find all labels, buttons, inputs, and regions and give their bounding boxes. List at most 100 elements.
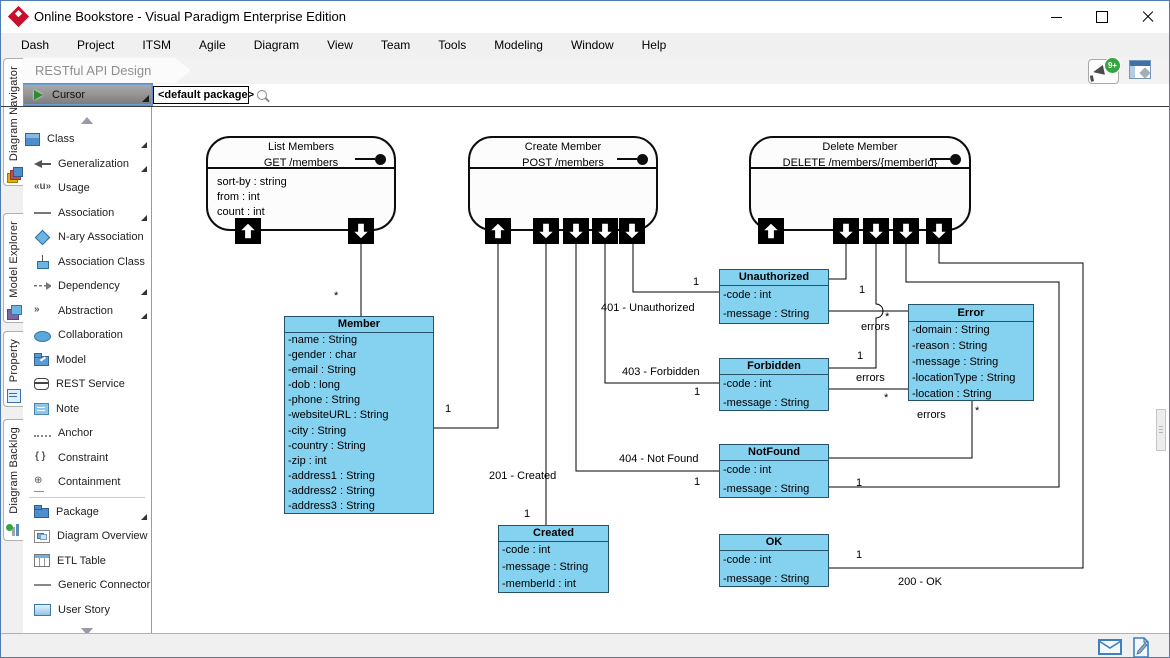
- menu-diagram[interactable]: Diagram: [240, 33, 313, 57]
- port-output-icon[interactable]: [863, 218, 889, 244]
- port-input-icon[interactable]: [758, 218, 784, 244]
- port-output-icon[interactable]: [563, 218, 589, 244]
- palette-class[interactable]: Class: [23, 127, 151, 152]
- user-story-icon: [34, 604, 51, 616]
- palette-model[interactable]: Model: [23, 348, 151, 373]
- menu-agile[interactable]: Agile: [185, 33, 240, 57]
- connector-deletemember-unauthorized[interactable]: [829, 244, 846, 279]
- class-error[interactable]: Error -domain : String-reason : String-m…: [908, 304, 1034, 401]
- palette-rest-service[interactable]: REST Service: [23, 372, 151, 397]
- tab-property[interactable]: Property: [3, 331, 23, 407]
- vertical-scrollbar-thumb[interactable]: [1156, 409, 1166, 451]
- port-output-icon[interactable]: [833, 218, 859, 244]
- menu-dash[interactable]: Dash: [7, 33, 63, 57]
- port-output-icon[interactable]: [893, 218, 919, 244]
- minimize-button[interactable]: [1033, 1, 1079, 33]
- class-member[interactable]: Member -name : String-gender : char-emai…: [284, 316, 434, 514]
- connector-deletemember-ok[interactable]: [829, 244, 1083, 568]
- cursor-tool-button[interactable]: Cursor: [23, 84, 152, 105]
- palette-constraint[interactable]: Constraint: [23, 446, 151, 471]
- palette-generic-connector[interactable]: Generic Connector: [23, 573, 151, 598]
- palette-association[interactable]: Association: [23, 201, 151, 226]
- class-attribute: -email : String: [288, 363, 433, 378]
- palette-nary-association[interactable]: N-ary Association: [23, 225, 151, 250]
- connector-label-403-forbidden: 403 - Forbidden: [622, 366, 700, 378]
- tab-diagram-backlog[interactable]: Diagram Backlog: [3, 419, 23, 541]
- palette-user-story[interactable]: User Story: [23, 598, 151, 623]
- class-unauthorized[interactable]: Unauthorized -code : int-message : Strin…: [719, 269, 829, 324]
- rest-service-delete-member[interactable]: Delete Member DELETE /members/{memberId}: [749, 136, 971, 231]
- connector-createmember-unauthorized[interactable]: [633, 244, 719, 292]
- menu-itsm[interactable]: ITSM: [128, 33, 185, 57]
- multiplicity-label: 1: [859, 284, 865, 296]
- palette-package[interactable]: Package: [23, 500, 151, 525]
- rest-service-create-member[interactable]: Create Member POST /members: [468, 136, 658, 231]
- port-output-icon[interactable]: [348, 218, 374, 244]
- port-output-icon[interactable]: [926, 218, 952, 244]
- lollipop-interface-icon: [930, 158, 950, 160]
- mail-icon[interactable]: [1098, 639, 1122, 655]
- maximize-button[interactable]: [1079, 1, 1125, 33]
- palette-diagram-overview[interactable]: Diagram Overview: [23, 524, 151, 549]
- menu-help[interactable]: Help: [628, 33, 681, 57]
- menu-team[interactable]: Team: [367, 33, 424, 57]
- nary-association-icon: [34, 230, 51, 244]
- menu-modeling[interactable]: Modeling: [480, 33, 557, 57]
- class-attribute: -message : String: [912, 354, 1033, 370]
- rest-service-list-members[interactable]: List Members GET /members sort-by : stri…: [206, 136, 396, 231]
- port-input-icon[interactable]: [235, 218, 261, 244]
- visual-paradigm-logo-icon: [8, 6, 29, 27]
- diagram-tab-bar: RESTful API Design 9+: [1, 57, 1170, 84]
- palette-abstraction[interactable]: Abstraction: [23, 299, 151, 324]
- flyout-icon: [141, 142, 147, 148]
- search-icon[interactable]: [257, 90, 267, 100]
- menu-view[interactable]: View: [313, 33, 367, 57]
- class-attribute: -message : String: [723, 305, 828, 324]
- palette-generalization[interactable]: Generalization: [23, 152, 151, 177]
- class-forbidden[interactable]: Forbidden -code : int-message : String: [719, 358, 829, 411]
- service-divider: [470, 167, 656, 169]
- multiplicity-label: 1: [445, 403, 451, 415]
- usage-icon: [34, 181, 51, 195]
- palette-usage[interactable]: Usage: [23, 176, 151, 201]
- diagram-tab[interactable]: RESTful API Design: [23, 58, 191, 83]
- default-package-box[interactable]: <default package>: [153, 86, 249, 104]
- layout-panels-button[interactable]: [1129, 60, 1151, 79]
- menu-project[interactable]: Project: [63, 33, 128, 57]
- port-output-icon[interactable]: [592, 218, 618, 244]
- palette-scroll-up[interactable]: [23, 113, 151, 127]
- menu-tools[interactable]: Tools: [424, 33, 480, 57]
- flyout-icon: [141, 215, 147, 221]
- port-input-icon[interactable]: [485, 218, 511, 244]
- class-icon: [25, 133, 40, 146]
- class-created[interactable]: Created -code : int-message : String-mem…: [498, 525, 609, 593]
- port-output-icon[interactable]: [619, 218, 645, 244]
- service-divider: [751, 167, 969, 169]
- tab-model-explorer[interactable]: Model Explorer: [3, 213, 23, 323]
- class-attribute: -location : String: [912, 386, 1033, 402]
- tool-palette: Class Generalization Usage Association N…: [23, 107, 152, 633]
- port-output-icon[interactable]: [533, 218, 559, 244]
- palette-anchor[interactable]: Anchor: [23, 421, 151, 446]
- class-ok[interactable]: OK -code : int-message : String: [719, 534, 829, 587]
- edit-document-icon[interactable]: [1132, 637, 1150, 658]
- palette-dependency[interactable]: Dependency: [23, 274, 151, 299]
- model-explorer-icon: [6, 304, 21, 319]
- palette-collaboration[interactable]: Collaboration: [23, 323, 151, 348]
- menu-window[interactable]: Window: [557, 33, 628, 57]
- palette-etl-table[interactable]: ETL Table: [23, 549, 151, 574]
- generic-connector-icon: [34, 578, 51, 592]
- palette-note[interactable]: Note: [23, 397, 151, 422]
- connector-notfound-error[interactable]: [829, 401, 972, 458]
- side-tab-strip: Diagram Navigator Model Explorer Propert…: [1, 57, 23, 633]
- palette-containment[interactable]: Containment: [23, 470, 151, 495]
- cursor-tool-label: Cursor: [52, 89, 85, 101]
- class-notfound[interactable]: NotFound -code : int-message : String: [719, 444, 829, 498]
- close-button[interactable]: [1125, 1, 1170, 33]
- tab-diagram-navigator[interactable]: Diagram Navigator: [3, 58, 23, 186]
- palette-association-class[interactable]: Association Class: [23, 250, 151, 275]
- flyout-icon: [141, 289, 147, 295]
- connector-deletemember-forbidden[interactable]: [829, 244, 883, 368]
- multiplicity-label: 1: [524, 508, 530, 520]
- connector-createmember-member[interactable]: [434, 244, 498, 428]
